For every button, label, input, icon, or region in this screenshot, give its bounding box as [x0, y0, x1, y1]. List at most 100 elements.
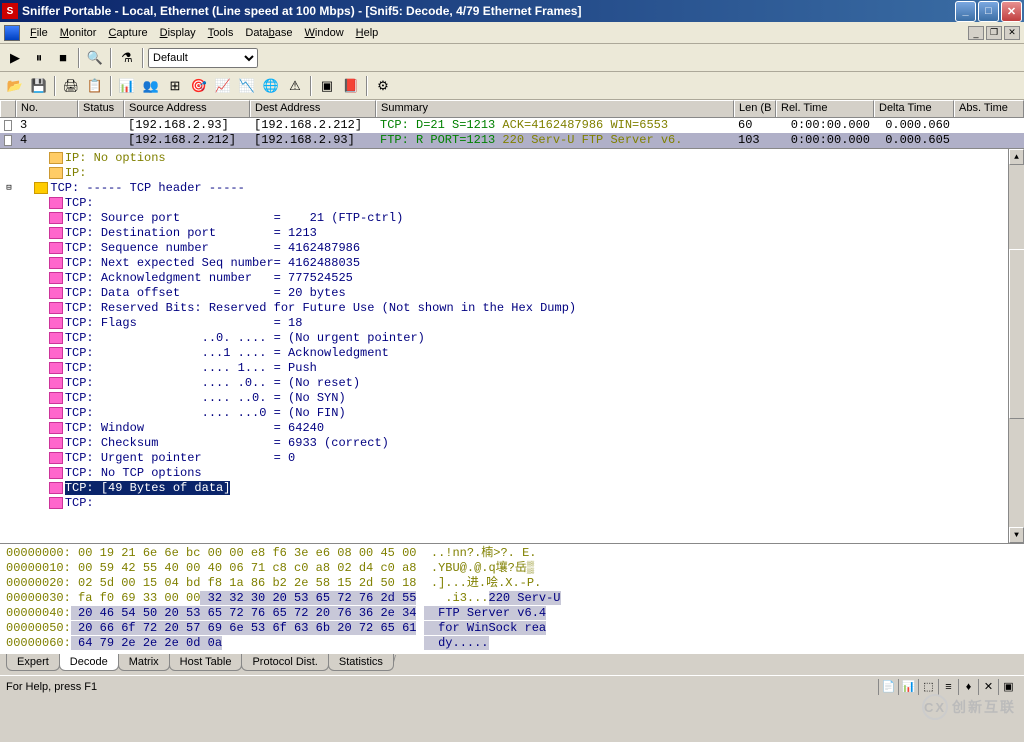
col-no[interactable]: No.	[16, 100, 78, 117]
capture-icon[interactable]: ▣	[316, 75, 338, 97]
matrix-icon[interactable]: ⊞	[164, 75, 186, 97]
col-dst[interactable]: Dest Address	[250, 100, 376, 117]
col-rel[interactable]: Rel. Time	[776, 100, 874, 117]
decode-line[interactable]: TCP: Acknowledgment number = 777524525	[2, 271, 1022, 286]
col-src[interactable]: Source Address	[124, 100, 250, 117]
menu-database[interactable]: Database	[239, 25, 298, 41]
decode-line[interactable]: TCP:	[2, 496, 1022, 511]
tab-expert[interactable]: Expert	[6, 654, 60, 671]
hex-row[interactable]: 00000030: fa f0 69 33 00 00 32 32 30 20 …	[6, 591, 1018, 606]
decode-line[interactable]: TCP: ..0. .... = (No urgent pointer)	[2, 331, 1022, 346]
minimize-button[interactable]: _	[955, 1, 976, 22]
addrbook-icon[interactable]: 📕	[340, 75, 362, 97]
open-icon[interactable]: 📂	[4, 75, 26, 97]
proto-icon	[49, 437, 63, 449]
menu-file[interactable]: File	[24, 25, 54, 41]
hex-row[interactable]: 00000000: 00 19 21 6e 6e bc 00 00 e8 f6 …	[6, 546, 1018, 561]
col-abs[interactable]: Abs. Time	[954, 100, 1024, 117]
col-summary[interactable]: Summary	[376, 100, 734, 117]
decode-line[interactable]: TCP: Sequence number = 4162487986	[2, 241, 1022, 256]
frame-row[interactable]: 4[192.168.2.212][192.168.2.93]FTP: R POR…	[0, 133, 1024, 148]
row-checkbox[interactable]	[4, 120, 12, 131]
hex-row[interactable]: 00000060: 64 79 2e 2e 2e 0d 0a dy.....	[6, 636, 1018, 651]
profile-select[interactable]: Default	[148, 48, 258, 68]
hex-row[interactable]: 00000040: 20 46 54 50 20 53 65 72 76 65 …	[6, 606, 1018, 621]
maximize-button[interactable]: □	[978, 1, 999, 22]
menu-help[interactable]: Help	[350, 25, 385, 41]
proto-icon	[49, 257, 63, 269]
decode-line[interactable]: TCP: ...1 .... = Acknowledgment	[2, 346, 1022, 361]
decode-line[interactable]: TCP:	[2, 196, 1022, 211]
decode-line[interactable]: IP: No options	[2, 151, 1022, 166]
proto-icon	[49, 302, 63, 314]
menu-capture[interactable]: Capture	[102, 25, 153, 41]
scroll-thumb[interactable]	[1009, 249, 1024, 419]
status-text: For Help, press F1	[6, 681, 878, 693]
mdi-close[interactable]: ✕	[1004, 26, 1020, 40]
col-status[interactable]: Status	[78, 100, 124, 117]
binoculars-icon[interactable]: 🔍	[84, 47, 106, 69]
scroll-down-icon[interactable]: ▼	[1009, 527, 1024, 543]
hex-row[interactable]: 00000050: 20 66 6f 72 20 57 69 6e 53 6f …	[6, 621, 1018, 636]
pause-icon[interactable]: ⏸	[28, 47, 50, 69]
tab-decode[interactable]: Decode	[59, 654, 119, 671]
decode-line[interactable]: TCP: Destination port = 1213	[2, 226, 1022, 241]
decode-line[interactable]: TCP: Source port = 21 (FTP-ctrl)	[2, 211, 1022, 226]
define-filter-icon[interactable]: ⚗	[116, 47, 138, 69]
menu-display[interactable]: Display	[154, 25, 202, 41]
scroll-up-icon[interactable]: ▲	[1009, 149, 1024, 165]
save-icon[interactable]: 💾	[28, 75, 50, 97]
hosts-icon[interactable]: 👥	[140, 75, 162, 97]
close-button[interactable]: ✕	[1001, 1, 1022, 22]
menu-tools[interactable]: Tools	[202, 25, 240, 41]
proto-icon	[49, 362, 63, 374]
sb-icon-2: 📊	[898, 679, 918, 695]
decode-line[interactable]: TCP: .... 1... = Push	[2, 361, 1022, 376]
row-checkbox[interactable]	[4, 135, 12, 146]
decode-line[interactable]: TCP: Urgent pointer = 0	[2, 451, 1022, 466]
menu-window[interactable]: Window	[299, 25, 350, 41]
decode-scrollbar[interactable]: ▲ ▼	[1008, 149, 1024, 543]
frame-grid[interactable]: 3[192.168.2.93][192.168.2.212]TCP: D=21 …	[0, 118, 1024, 148]
frame-row[interactable]: 3[192.168.2.93][192.168.2.212]TCP: D=21 …	[0, 118, 1024, 133]
history-icon[interactable]: 📉	[236, 75, 258, 97]
print-icon[interactable]: 🖨	[60, 75, 82, 97]
decode-line[interactable]: TCP: Flags = 18	[2, 316, 1022, 331]
hex-row[interactable]: 00000010: 00 59 42 55 40 00 40 06 71 c8 …	[6, 561, 1018, 576]
decode-line[interactable]: TCP: Next expected Seq number= 416248803…	[2, 256, 1022, 271]
decode-line[interactable]: TCP: .... ...0 = (No FIN)	[2, 406, 1022, 421]
dashboard-icon[interactable]: 📊	[116, 75, 138, 97]
tab-host-table[interactable]: Host Table	[169, 654, 243, 671]
decode-line[interactable]: TCP: Window = 64240	[2, 421, 1022, 436]
decode-line[interactable]: TCP: No TCP options	[2, 466, 1022, 481]
protocol-icon[interactable]: 📈	[212, 75, 234, 97]
hex-row[interactable]: 00000020: 02 5d 00 15 04 bd f8 1a 86 b2 …	[6, 576, 1018, 591]
tab-matrix[interactable]: Matrix	[118, 654, 170, 671]
tab-protocol-dist-[interactable]: Protocol Dist.	[241, 654, 328, 671]
mdi-restore[interactable]: ❐	[986, 26, 1002, 40]
decode-line[interactable]: TCP: Checksum = 6933 (correct)	[2, 436, 1022, 451]
decode-line[interactable]: TCP: [49 Bytes of data]	[2, 481, 1022, 496]
copy-icon[interactable]: 📋	[84, 75, 106, 97]
play-icon[interactable]: ▶	[4, 47, 26, 69]
art-icon[interactable]: 🎯	[188, 75, 210, 97]
decode-line[interactable]: IP:	[2, 166, 1022, 181]
hex-panel[interactable]: 00000000: 00 19 21 6e 6e bc 00 00 e8 f6 …	[0, 543, 1024, 653]
proto-icon	[49, 152, 63, 164]
decode-line[interactable]: TCP: Data offset = 20 bytes	[2, 286, 1022, 301]
options-icon[interactable]: ⚙	[372, 75, 394, 97]
decode-panel[interactable]: IP: No options IP:⊟ TCP: ----- TCP heade…	[0, 148, 1024, 543]
stop-icon[interactable]: ■	[52, 47, 74, 69]
global-icon[interactable]: 🌐	[260, 75, 282, 97]
mdi-minimize[interactable]: _	[968, 26, 984, 40]
col-len[interactable]: Len (B	[734, 100, 776, 117]
decode-line[interactable]: TCP: .... ..0. = (No SYN)	[2, 391, 1022, 406]
menu-monitor[interactable]: Monitor	[54, 25, 103, 41]
col-delta[interactable]: Delta Time	[874, 100, 954, 117]
alarm-icon[interactable]: ⚠	[284, 75, 306, 97]
proto-icon	[49, 272, 63, 284]
decode-line[interactable]: TCP: .... .0.. = (No reset)	[2, 376, 1022, 391]
tab-statistics[interactable]: Statistics	[328, 654, 394, 671]
decode-line[interactable]: TCP: Reserved Bits: Reserved for Future …	[2, 301, 1022, 316]
decode-line[interactable]: ⊟ TCP: ----- TCP header -----	[2, 181, 1022, 196]
